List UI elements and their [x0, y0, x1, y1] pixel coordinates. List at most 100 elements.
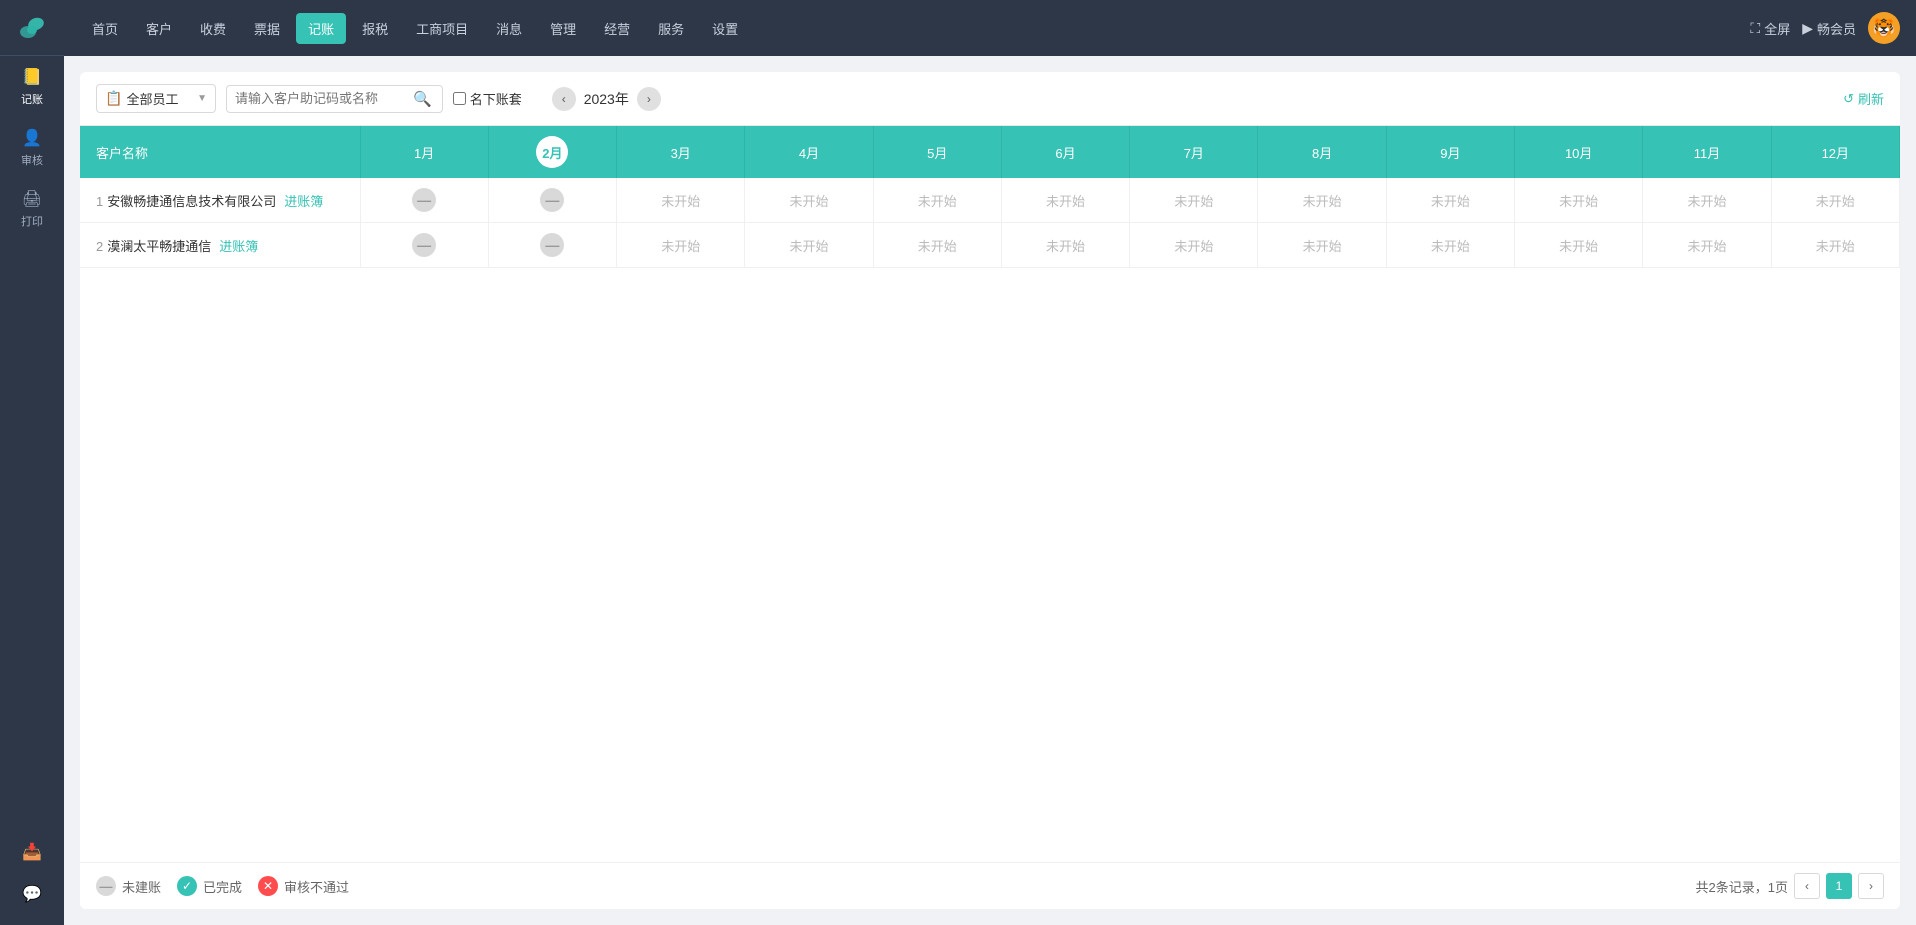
- sidebar-item-download[interactable]: 📥: [0, 831, 64, 873]
- status-not-started: 未开始: [1046, 194, 1085, 209]
- status-not-started: 未开始: [1687, 194, 1726, 209]
- nav-billing[interactable]: 收费: [188, 13, 238, 44]
- sidebar: 📒 记账 👤 审核 🖨 打印 📥 💬: [0, 0, 64, 925]
- search-input[interactable]: [235, 91, 411, 106]
- row-month-10: 未开始: [1515, 223, 1643, 268]
- refresh-button[interactable]: ↺ 刷新: [1843, 89, 1884, 108]
- account-icon: 📒: [21, 66, 43, 88]
- checkbox-wrapper[interactable]: 名下账套: [453, 89, 522, 108]
- col-aug: 8月: [1258, 126, 1386, 178]
- status-not-started: 未开始: [1174, 194, 1213, 209]
- col-feb: 2月: [488, 126, 616, 178]
- table-container: 客户名称 1月 2月 3月 4月 5月: [80, 126, 1900, 862]
- row-month-2: —: [488, 178, 616, 223]
- search-wrapper: 🔍: [226, 85, 443, 113]
- status-not-started: 未开始: [1431, 239, 1470, 254]
- nav-settings[interactable]: 设置: [700, 13, 750, 44]
- row-month-3: 未开始: [617, 178, 745, 223]
- row-month-4: 未开始: [745, 178, 873, 223]
- sidebar-item-print[interactable]: 🖨 打印: [0, 178, 64, 239]
- topnav: 首页 客户 收费 票据 记账 报税 工商项目 消息 管理 经营 服务 设置 ⛶ …: [64, 0, 1916, 56]
- row-month-8: 未开始: [1258, 178, 1386, 223]
- accounts-table: 客户名称 1月 2月 3月 4月 5月: [80, 126, 1900, 268]
- prev-year-button[interactable]: ‹: [552, 87, 576, 111]
- nav-home[interactable]: 首页: [80, 13, 130, 44]
- next-year-button[interactable]: ›: [637, 87, 661, 111]
- download-icon: 📥: [21, 841, 43, 863]
- row-num: 1: [96, 194, 103, 209]
- search-button[interactable]: 🔍: [411, 90, 434, 108]
- col-nov: 11月: [1643, 126, 1771, 178]
- row-month-12: 未开始: [1771, 178, 1899, 223]
- row-month-7: 未开始: [1130, 178, 1258, 223]
- col-oct: 10月: [1515, 126, 1643, 178]
- status-not-started: 未开始: [1303, 239, 1342, 254]
- nav-account[interactable]: 记账: [296, 13, 346, 44]
- status-dash-icon: —: [540, 188, 564, 212]
- row-month-2: —: [488, 223, 616, 268]
- nav-invoice[interactable]: 票据: [242, 13, 292, 44]
- col-jan: 1月: [360, 126, 488, 178]
- my-accounts-checkbox[interactable]: [453, 92, 466, 105]
- nav-manage[interactable]: 管理: [538, 13, 588, 44]
- prev-page-button[interactable]: ‹: [1794, 873, 1820, 899]
- sidebar-logo: [0, 0, 64, 56]
- status-dash-icon: —: [540, 233, 564, 257]
- next-page-button[interactable]: ›: [1858, 873, 1884, 899]
- nav-customer[interactable]: 客户: [134, 13, 184, 44]
- legend-unbuilt: — 未建账: [96, 876, 161, 896]
- enter-link[interactable]: 进账簿: [219, 239, 258, 254]
- status-dash-icon: —: [412, 233, 436, 257]
- current-page: 1: [1826, 873, 1852, 899]
- print-icon: 🖨: [21, 188, 43, 210]
- nav-tax[interactable]: 报税: [350, 13, 400, 44]
- done-icon: ✓: [177, 876, 197, 896]
- member-btn[interactable]: ▶ 畅会员: [1802, 19, 1856, 38]
- audit-icon: 👤: [21, 127, 43, 149]
- status-not-started: 未开始: [1687, 239, 1726, 254]
- unbuilt-icon: —: [96, 876, 116, 896]
- col-may: 5月: [873, 126, 1001, 178]
- page-body: 📋 全部员工 ▼ 🔍 名下账套 ‹ 2023年 ›: [64, 56, 1916, 925]
- row-month-9: 未开始: [1386, 178, 1514, 223]
- refresh-icon: ↺: [1843, 91, 1854, 107]
- nav-operation[interactable]: 经营: [592, 13, 642, 44]
- main-card: 📋 全部员工 ▼ 🔍 名下账套 ‹ 2023年 ›: [80, 72, 1900, 909]
- row-month-6: 未开始: [1001, 178, 1129, 223]
- status-not-started: 未开始: [1559, 239, 1598, 254]
- row-month-1: —: [360, 223, 488, 268]
- employee-icon: 📋: [105, 90, 122, 107]
- sidebar-item-audit[interactable]: 👤 审核: [0, 117, 64, 178]
- legend-done: ✓ 已完成: [177, 876, 242, 896]
- status-not-started: 未开始: [918, 239, 957, 254]
- status-not-started: 未开始: [1431, 194, 1470, 209]
- status-not-started: 未开始: [1174, 239, 1213, 254]
- row-month-3: 未开始: [617, 223, 745, 268]
- col-jul: 7月: [1130, 126, 1258, 178]
- sidebar-item-contact[interactable]: 💬: [0, 873, 64, 915]
- table-row: 2漠澜太平畅捷通信进账簿——未开始未开始未开始未开始未开始未开始未开始未开始未开…: [80, 223, 1900, 268]
- row-month-5: 未开始: [873, 223, 1001, 268]
- col-client-name: 客户名称: [80, 126, 360, 178]
- status-not-started: 未开始: [661, 194, 700, 209]
- nav-service[interactable]: 服务: [646, 13, 696, 44]
- client-name: 漠澜太平畅捷通信: [107, 239, 211, 254]
- row-month-7: 未开始: [1130, 223, 1258, 268]
- status-not-started: 未开始: [1816, 194, 1855, 209]
- status-not-started: 未开始: [789, 194, 828, 209]
- enter-link[interactable]: 进账簿: [284, 194, 323, 209]
- nav-business[interactable]: 工商项目: [404, 13, 480, 44]
- row-month-8: 未开始: [1258, 223, 1386, 268]
- fullscreen-btn[interactable]: ⛶ 全屏: [1750, 19, 1790, 38]
- status-dash-icon: —: [412, 188, 436, 212]
- row-num: 2: [96, 239, 103, 254]
- row-name-cell: 2 漠澜太平畅捷通信进账簿: [80, 223, 360, 268]
- row-month-11: 未开始: [1643, 178, 1771, 223]
- row-name-cell: 1安徽畅捷通信息技术有限公司进账簿: [80, 178, 360, 223]
- nav-message[interactable]: 消息: [484, 13, 534, 44]
- avatar[interactable]: 🐯: [1868, 12, 1900, 44]
- fullscreen-icon: ⛶: [1750, 20, 1760, 37]
- sidebar-item-account[interactable]: 📒 记账: [0, 56, 64, 117]
- dropdown-arrow-icon: ▼: [197, 93, 207, 104]
- employee-select[interactable]: 📋 全部员工 ▼: [96, 84, 216, 113]
